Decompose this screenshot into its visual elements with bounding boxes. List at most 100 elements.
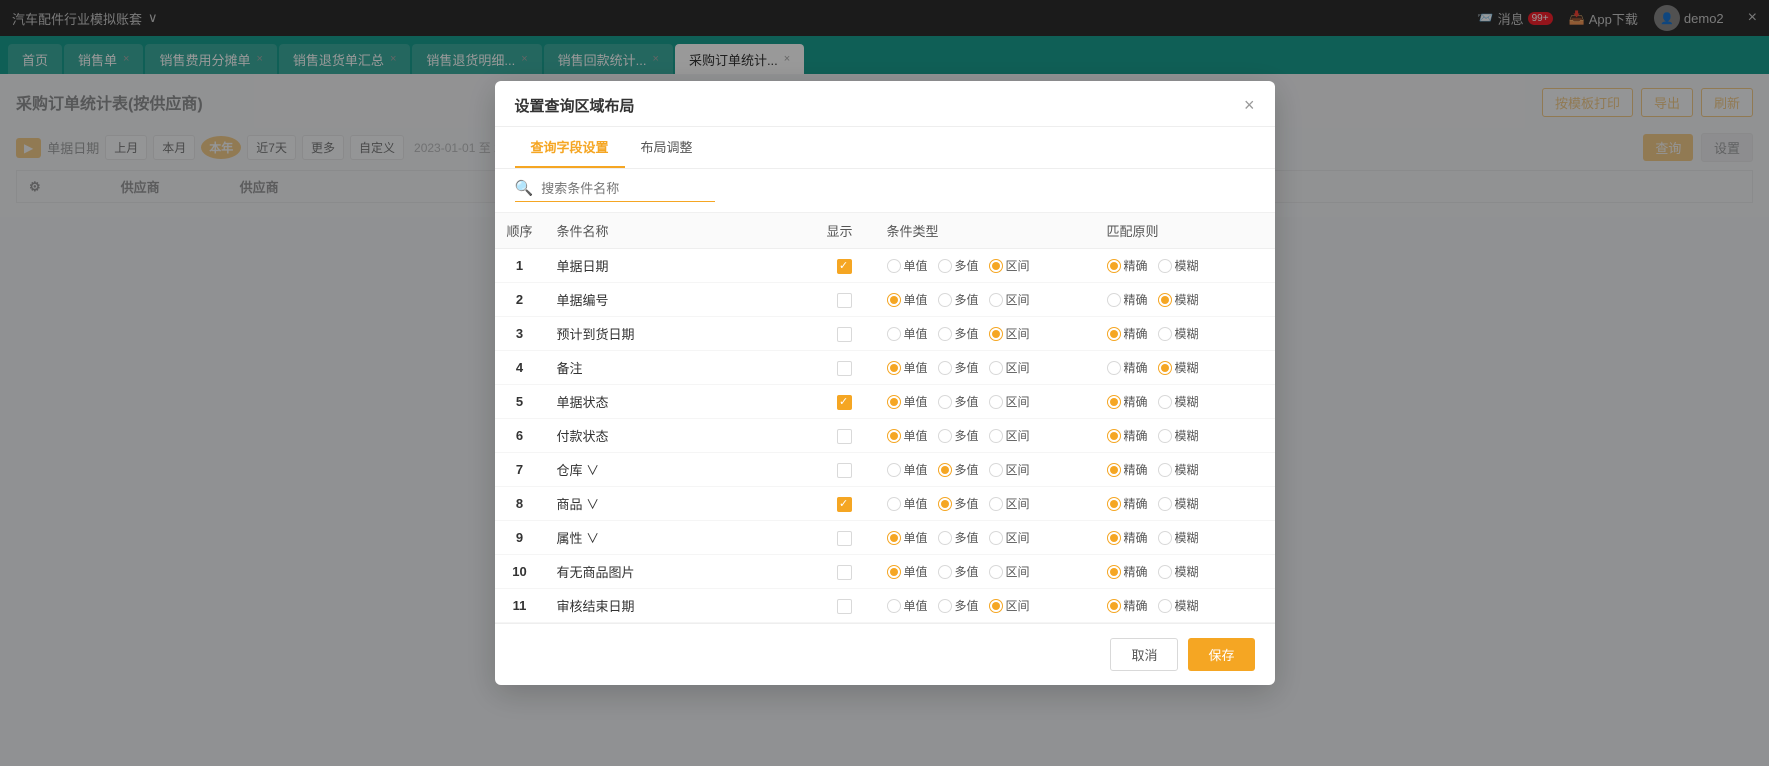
- radio-btn[interactable]: [989, 395, 1003, 409]
- radio-btn[interactable]: [1158, 531, 1172, 545]
- type-radio-item[interactable]: 单值: [887, 495, 928, 512]
- match-radio-item[interactable]: 精确: [1107, 393, 1148, 410]
- row-match[interactable]: 精确模糊: [1095, 487, 1275, 521]
- show-checkbox[interactable]: [837, 293, 852, 308]
- type-radio-item[interactable]: 单值: [887, 597, 928, 614]
- row-match[interactable]: 精确模糊: [1095, 249, 1275, 283]
- radio-btn[interactable]: [938, 599, 952, 613]
- radio-btn[interactable]: [1107, 327, 1121, 341]
- match-radio-item[interactable]: 模糊: [1158, 359, 1199, 376]
- radio-btn[interactable]: [1158, 565, 1172, 579]
- radio-btn[interactable]: [938, 531, 952, 545]
- match-radio-item[interactable]: 模糊: [1158, 529, 1199, 546]
- show-checkbox[interactable]: [837, 259, 852, 274]
- match-radio-item[interactable]: 精确: [1107, 597, 1148, 614]
- modal-tab-layout[interactable]: 布局调整: [625, 127, 709, 168]
- type-radio-item[interactable]: 多值: [938, 461, 979, 478]
- radio-btn[interactable]: [989, 327, 1003, 341]
- row-type[interactable]: 单值多值区间: [875, 385, 1095, 419]
- type-radio-item[interactable]: 单值: [887, 427, 928, 444]
- radio-btn[interactable]: [1107, 361, 1121, 375]
- type-radio-item[interactable]: 多值: [938, 495, 979, 512]
- radio-btn[interactable]: [1158, 361, 1172, 375]
- type-radio-item[interactable]: 单值: [887, 325, 928, 342]
- radio-btn[interactable]: [887, 497, 901, 511]
- radio-btn[interactable]: [989, 565, 1003, 579]
- row-type[interactable]: 单值多值区间: [875, 283, 1095, 317]
- radio-btn[interactable]: [938, 259, 952, 273]
- row-match[interactable]: 精确模糊: [1095, 283, 1275, 317]
- type-radio-item[interactable]: 区间: [989, 461, 1030, 478]
- row-show[interactable]: [815, 351, 875, 385]
- radio-btn[interactable]: [938, 497, 952, 511]
- row-type[interactable]: 单值多值区间: [875, 317, 1095, 351]
- match-radio-item[interactable]: 精确: [1107, 529, 1148, 546]
- show-checkbox[interactable]: [837, 361, 852, 376]
- row-match[interactable]: 精确模糊: [1095, 555, 1275, 589]
- row-show[interactable]: [815, 249, 875, 283]
- row-show[interactable]: [815, 283, 875, 317]
- match-radio-item[interactable]: 模糊: [1158, 495, 1199, 512]
- row-type[interactable]: 单值多值区间: [875, 555, 1095, 589]
- type-radio-item[interactable]: 多值: [938, 257, 979, 274]
- show-checkbox[interactable]: [837, 565, 852, 580]
- match-radio-item[interactable]: 精确: [1107, 257, 1148, 274]
- radio-btn[interactable]: [887, 531, 901, 545]
- type-radio-item[interactable]: 多值: [938, 393, 979, 410]
- radio-btn[interactable]: [938, 395, 952, 409]
- row-show[interactable]: [815, 385, 875, 419]
- radio-btn[interactable]: [989, 463, 1003, 477]
- radio-btn[interactable]: [938, 327, 952, 341]
- show-checkbox[interactable]: [837, 429, 852, 444]
- match-radio-item[interactable]: 精确: [1107, 563, 1148, 580]
- radio-btn[interactable]: [887, 395, 901, 409]
- match-radio-item[interactable]: 模糊: [1158, 427, 1199, 444]
- radio-btn[interactable]: [1158, 293, 1172, 307]
- match-radio-item[interactable]: 精确: [1107, 461, 1148, 478]
- type-radio-item[interactable]: 区间: [989, 393, 1030, 410]
- match-radio-item[interactable]: 精确: [1107, 325, 1148, 342]
- modal-tab-fields[interactable]: 查询字段设置: [515, 127, 625, 168]
- radio-btn[interactable]: [1107, 395, 1121, 409]
- radio-btn[interactable]: [1107, 497, 1121, 511]
- radio-btn[interactable]: [887, 599, 901, 613]
- type-radio-item[interactable]: 多值: [938, 529, 979, 546]
- row-type[interactable]: 单值多值区间: [875, 419, 1095, 453]
- radio-btn[interactable]: [938, 565, 952, 579]
- type-radio-item[interactable]: 区间: [989, 563, 1030, 580]
- type-radio-item[interactable]: 区间: [989, 291, 1030, 308]
- type-radio-item[interactable]: 区间: [989, 325, 1030, 342]
- type-radio-item[interactable]: 单值: [887, 359, 928, 376]
- cancel-button[interactable]: 取消: [1110, 638, 1178, 671]
- row-match[interactable]: 精确模糊: [1095, 351, 1275, 385]
- row-type[interactable]: 单值多值区间: [875, 521, 1095, 555]
- row-match[interactable]: 精确模糊: [1095, 453, 1275, 487]
- radio-btn[interactable]: [938, 361, 952, 375]
- match-radio-item[interactable]: 精确: [1107, 359, 1148, 376]
- radio-btn[interactable]: [989, 259, 1003, 273]
- radio-btn[interactable]: [1158, 259, 1172, 273]
- radio-btn[interactable]: [1107, 599, 1121, 613]
- match-radio-item[interactable]: 模糊: [1158, 563, 1199, 580]
- type-radio-item[interactable]: 区间: [989, 529, 1030, 546]
- type-radio-item[interactable]: 单值: [887, 291, 928, 308]
- type-radio-item[interactable]: 区间: [989, 257, 1030, 274]
- row-match[interactable]: 精确模糊: [1095, 521, 1275, 555]
- radio-btn[interactable]: [989, 293, 1003, 307]
- match-radio-item[interactable]: 模糊: [1158, 325, 1199, 342]
- radio-btn[interactable]: [1158, 429, 1172, 443]
- radio-btn[interactable]: [938, 293, 952, 307]
- radio-btn[interactable]: [989, 497, 1003, 511]
- radio-btn[interactable]: [989, 429, 1003, 443]
- show-checkbox[interactable]: [837, 599, 852, 614]
- search-input[interactable]: [541, 181, 717, 196]
- row-type[interactable]: 单值多值区间: [875, 487, 1095, 521]
- type-radio-item[interactable]: 单值: [887, 393, 928, 410]
- radio-btn[interactable]: [887, 463, 901, 477]
- type-radio-item[interactable]: 区间: [989, 359, 1030, 376]
- radio-btn[interactable]: [887, 259, 901, 273]
- type-radio-item[interactable]: 多值: [938, 563, 979, 580]
- radio-btn[interactable]: [1158, 395, 1172, 409]
- show-checkbox[interactable]: [837, 395, 852, 410]
- radio-btn[interactable]: [1158, 463, 1172, 477]
